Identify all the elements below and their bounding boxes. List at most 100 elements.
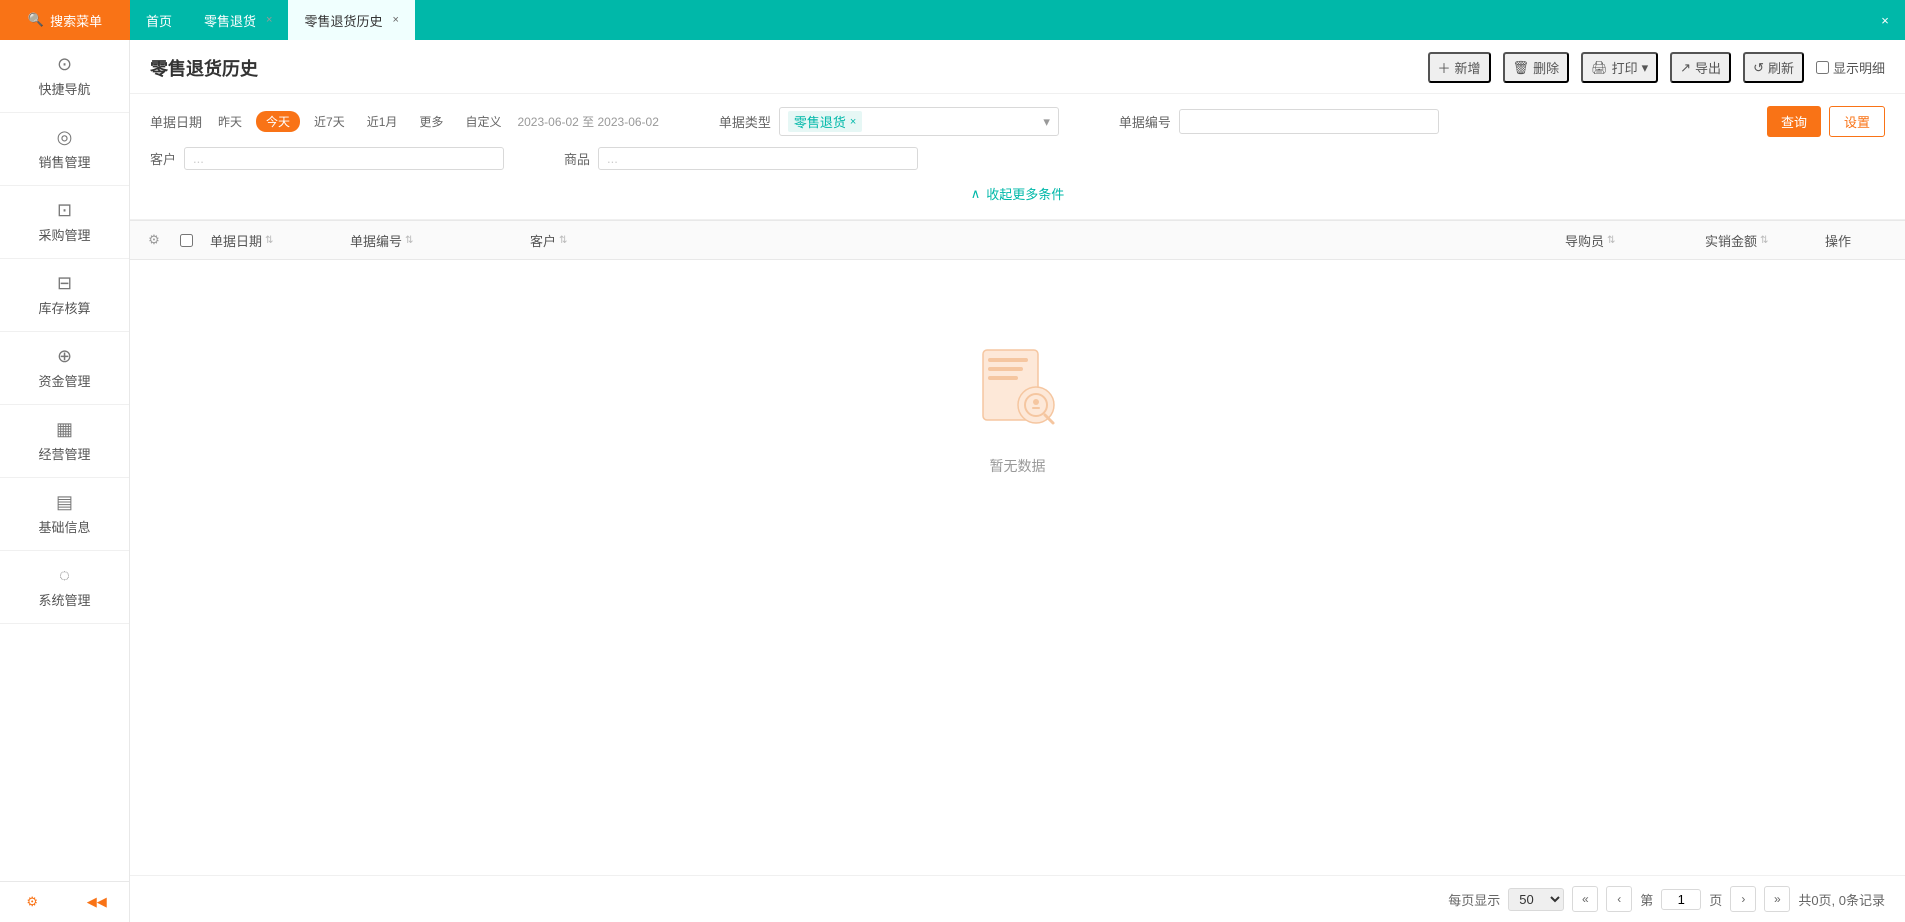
window-close-button[interactable]: × [1865, 0, 1905, 40]
page-number-input[interactable] [1661, 889, 1701, 910]
sidebar: ⊙ 快捷导航 ◎ 销售管理 ⊡ 采购管理 ⊟ 库存核算 ⊕ 资金管理 ▦ 经营管… [0, 40, 130, 922]
sidebar-item-purchase-label: 采购管理 [38, 225, 90, 244]
sidebar-item-finance[interactable]: ⊕ 资金管理 [0, 332, 129, 405]
bill-no-input[interactable] [1179, 109, 1439, 134]
refresh-icon: ↺ [1753, 60, 1764, 76]
sidebar-item-basic-info[interactable]: ▤ 基础信息 [0, 478, 129, 551]
page-first-button[interactable]: « [1572, 886, 1598, 912]
basic-info-icon: ▤ [56, 492, 73, 513]
th-select-all-checkbox[interactable] [170, 234, 202, 247]
export-label: 导出 [1695, 58, 1721, 77]
purchase-icon: ⊡ [57, 200, 72, 221]
export-button[interactable]: ↗ 导出 [1670, 52, 1731, 83]
sidebar-item-system-label: 系统管理 [38, 590, 90, 609]
th-customer-label: 客户 [530, 231, 556, 250]
add-icon: ＋ [1438, 58, 1451, 77]
filter-row-1: 单据日期 昨天 今天 近7天 近1月 更多 自定义 2023-06-02 至 2… [150, 106, 1885, 137]
sales-icon: ◎ [57, 127, 73, 148]
tab-retail-return-close[interactable]: × [266, 14, 272, 26]
header-actions: ＋ 新增 🗑 删除 🖨 打印 ▾ ↗ 导出 ↺ 刷新 [1428, 52, 1885, 83]
date-filter-today[interactable]: 今天 [256, 111, 300, 132]
sidebar-item-system[interactable]: ◌ 系统管理 [0, 551, 129, 624]
tab-home[interactable]: 首页 [130, 0, 188, 40]
refresh-button[interactable]: ↺ 刷新 [1743, 52, 1804, 83]
date-filter-more[interactable]: 更多 [411, 111, 451, 132]
th-bill-no-label: 单据编号 [350, 231, 402, 250]
search-menu-label: 搜索菜单 [50, 11, 102, 30]
bill-type-tag: 零售退货 × [788, 111, 862, 132]
th-settings-icon[interactable]: ⚙ [138, 232, 170, 248]
th-bill-date[interactable]: 单据日期 ⇅ [202, 231, 342, 250]
main-layout: ⊙ 快捷导航 ◎ 销售管理 ⊡ 采购管理 ⊟ 库存核算 ⊕ 资金管理 ▦ 经营管… [0, 40, 1905, 922]
bill-type-select[interactable]: 零售退货 × ▾ [779, 107, 1059, 136]
sidebar-bottom: ⚙ ◀◀ [0, 881, 129, 922]
th-amount[interactable]: 实销金额 ⇅ [1697, 231, 1817, 250]
th-bill-date-sort-icon: ⇅ [265, 235, 273, 246]
select-all-checkbox[interactable] [180, 234, 193, 247]
page-jump-label: 第 [1640, 890, 1653, 909]
sidebar-item-purchase-mgmt[interactable]: ⊡ 采购管理 [0, 186, 129, 259]
search-icon: 🔍 [28, 12, 44, 28]
tab-retail-return[interactable]: 零售退货 × [188, 0, 288, 40]
settings-button[interactable]: 设置 [1829, 106, 1885, 137]
sidebar-item-inventory-label: 库存核算 [38, 298, 90, 317]
page-size-select[interactable]: 50 100 200 [1508, 888, 1564, 911]
filter-row-2: 客户 ... 商品 ... [150, 147, 1885, 170]
tab-retail-return-history[interactable]: 零售退货历史 × [288, 0, 414, 40]
th-amount-sort-icon: ⇅ [1760, 235, 1768, 246]
sidebar-item-inventory[interactable]: ⊟ 库存核算 [0, 259, 129, 332]
sidebar-item-quick-nav[interactable]: ⊙ 快捷导航 [0, 40, 129, 113]
filter-area: 单据日期 昨天 今天 近7天 近1月 更多 自定义 2023-06-02 至 2… [130, 94, 1905, 220]
product-select[interactable]: ... [598, 147, 918, 170]
date-filter-custom[interactable]: 自定义 [457, 111, 509, 132]
page-next-button[interactable]: › [1730, 886, 1756, 912]
sidebar-item-sales-mgmt[interactable]: ◎ 销售管理 [0, 113, 129, 186]
export-icon: ↗ [1680, 60, 1691, 76]
close-icon: × [1881, 13, 1889, 28]
th-ops: 操作 [1817, 231, 1897, 250]
show-detail-checkbox-label[interactable]: 显示明细 [1816, 58, 1885, 77]
date-filter-yesterday[interactable]: 昨天 [210, 111, 250, 132]
page-size-label: 每页显示 [1448, 890, 1500, 909]
delete-button[interactable]: 🗑 删除 [1503, 52, 1570, 83]
bill-type-label: 单据类型 [719, 112, 771, 131]
print-button[interactable]: 🖨 打印 ▾ [1581, 52, 1658, 83]
th-bill-no[interactable]: 单据编号 ⇅ [342, 231, 522, 250]
th-guide-sort-icon: ⇅ [1607, 235, 1615, 246]
page-total-info: 共0页, 0条记录 [1798, 890, 1885, 909]
sidebar-settings-button[interactable]: ⚙ [0, 882, 65, 922]
page-last-button[interactable]: » [1764, 886, 1790, 912]
sidebar-audio-button[interactable]: ◀◀ [65, 882, 130, 922]
collapse-icon: ∧ [971, 186, 981, 202]
add-button[interactable]: ＋ 新增 [1428, 52, 1491, 83]
th-bill-no-sort-icon: ⇅ [405, 235, 413, 246]
th-amount-label: 实销金额 [1705, 231, 1757, 250]
add-label: 新增 [1455, 58, 1481, 77]
date-filter-1month[interactable]: 近1月 [359, 111, 406, 132]
sidebar-item-ops[interactable]: ▦ 经营管理 [0, 405, 129, 478]
query-button[interactable]: 查询 [1767, 106, 1821, 137]
inventory-icon: ⊟ [57, 273, 72, 294]
sidebar-item-quick-nav-label: 快捷导航 [38, 79, 90, 98]
delete-icon: 🗑 [1513, 60, 1530, 76]
tab-retail-return-history-close[interactable]: × [392, 14, 398, 26]
system-icon: ◌ [59, 565, 70, 586]
table-header: ⚙ 单据日期 ⇅ 单据编号 ⇅ 客户 ⇅ 导购员 ⇅ [130, 220, 1905, 260]
empty-state-icon [968, 340, 1068, 440]
search-menu-button[interactable]: 🔍 搜索菜单 [0, 0, 130, 40]
print-label: 打印 [1612, 58, 1638, 77]
tab-retail-return-label: 零售退货 [204, 11, 256, 30]
sidebar-item-sales-label: 销售管理 [38, 152, 90, 171]
th-customer[interactable]: 客户 ⇅ [522, 231, 1557, 250]
page-prev-button[interactable]: ‹ [1606, 886, 1632, 912]
collapse-filters-button[interactable]: ∧ 收起更多条件 [971, 180, 1065, 207]
date-filters: 昨天 今天 近7天 近1月 更多 自定义 [210, 111, 509, 132]
date-filter-7days[interactable]: 近7天 [306, 111, 353, 132]
date-range-display: 2023-06-02 至 2023-06-02 [517, 113, 658, 130]
empty-text: 暂无数据 [990, 456, 1046, 476]
bill-type-tag-close[interactable]: × [850, 116, 856, 128]
product-placeholder: ... [607, 151, 618, 166]
customer-select[interactable]: ... [184, 147, 504, 170]
th-guide[interactable]: 导购员 ⇅ [1557, 231, 1697, 250]
show-detail-checkbox[interactable] [1816, 61, 1829, 74]
